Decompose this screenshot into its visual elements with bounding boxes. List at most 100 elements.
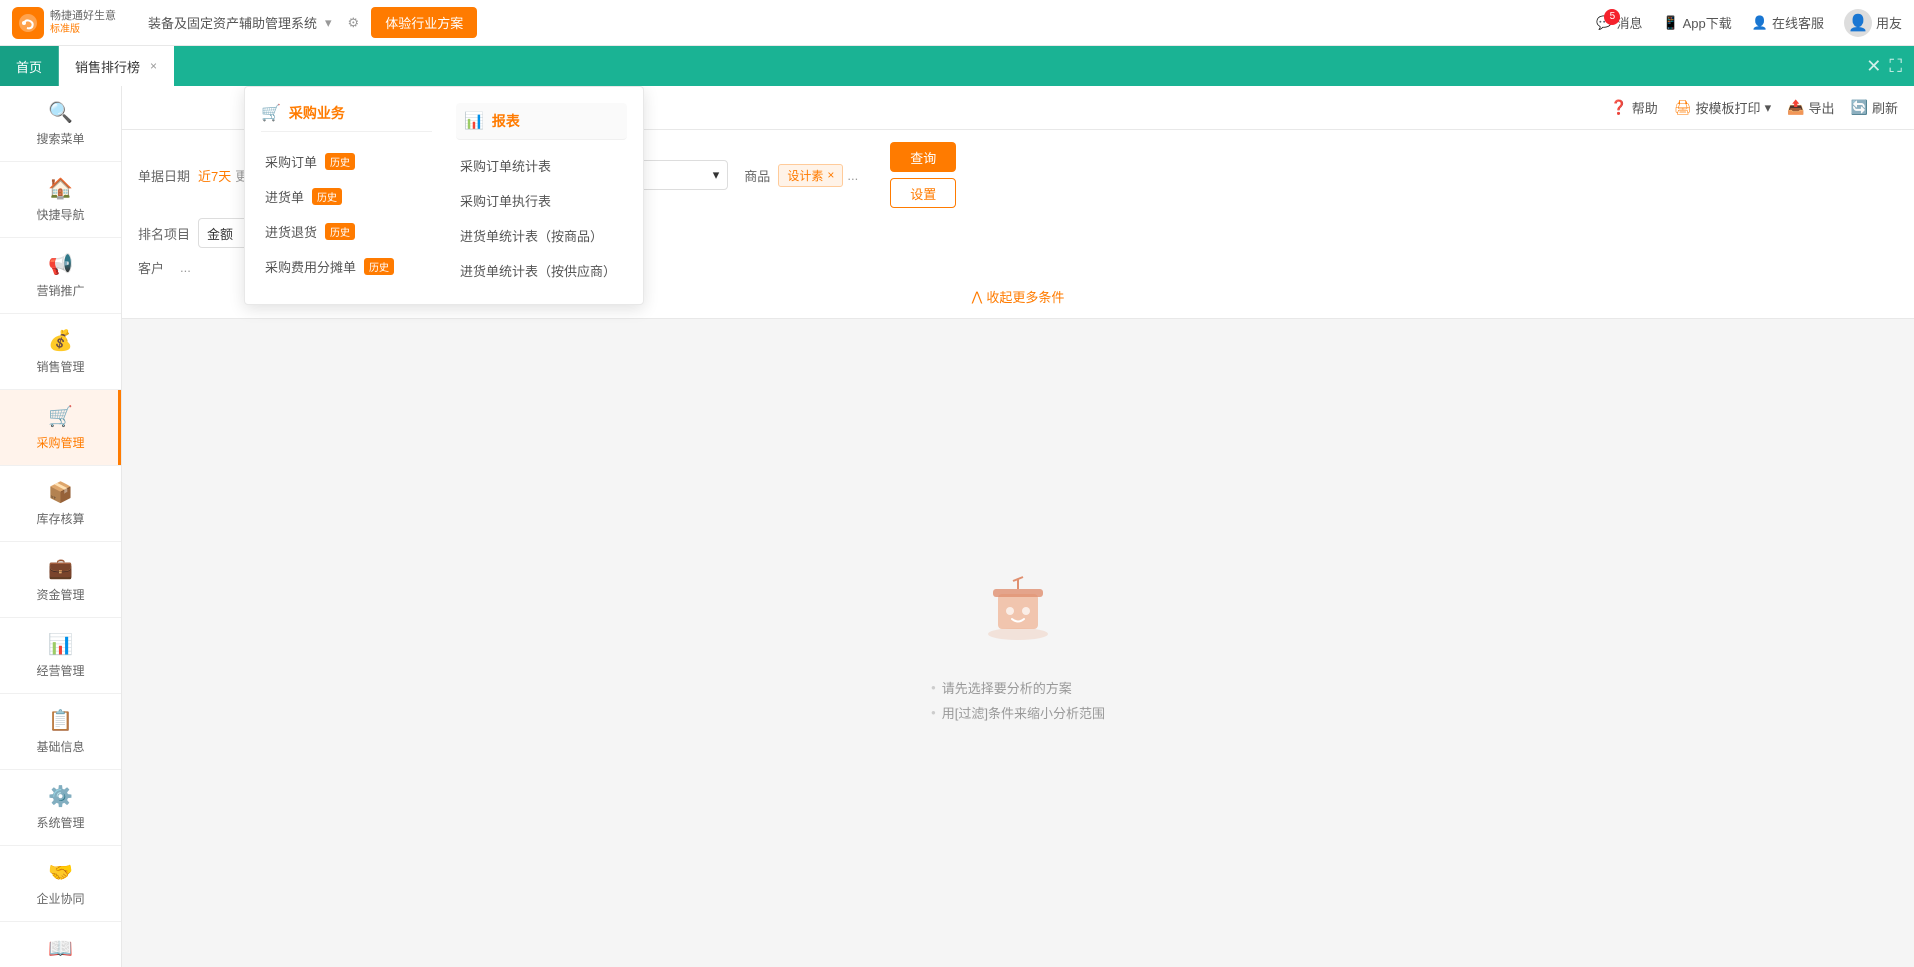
- menu-item-purchase-return[interactable]: 进货退货 历史: [261, 214, 432, 249]
- industry-btn[interactable]: 体验行业方案: [371, 7, 477, 38]
- header-right: 💬 5 消息 📱 App下载 👤 在线客服 👤 用友: [1596, 9, 1902, 37]
- date-quick-7days[interactable]: 近7天: [198, 166, 231, 185]
- sidebar: 🔍 搜索菜单 🏠 快捷导航 📢 营销推广 💰 销售管理 🛒 采购管理 📦 库存核…: [0, 86, 122, 967]
- query-button[interactable]: 查询: [890, 142, 956, 172]
- export-btn[interactable]: 📤 导出: [1787, 98, 1834, 117]
- tab-maximize-btn[interactable]: ⛶: [1889, 56, 1902, 77]
- report-section-title: 📊 报表: [456, 103, 627, 140]
- report-section-icon: 📊: [464, 111, 484, 131]
- sidebar-basic-label: 基础信息: [36, 738, 84, 755]
- purchase-section-icon: 🛒: [261, 103, 281, 123]
- filter-customer: 客户 ...: [138, 258, 191, 277]
- operations-icon: 📊: [48, 632, 73, 657]
- customer-more[interactable]: ...: [180, 260, 191, 275]
- collapse-label: 收起更多条件: [986, 287, 1064, 306]
- app-download-btn[interactable]: 📱 App下载: [1662, 13, 1731, 32]
- tab-sales-rank[interactable]: 销售排行榜 ×: [59, 46, 174, 86]
- system-title-text: 装备及固定资产辅助管理系统: [148, 13, 317, 32]
- system-title-arrow[interactable]: ▾: [325, 15, 332, 31]
- message-label: 消息: [1616, 13, 1642, 32]
- home-tab-label: 首页: [16, 57, 42, 76]
- sidebar-enterprise-label: 企业协同: [36, 890, 84, 907]
- sidebar-item-capital[interactable]: 💼 资金管理: [0, 542, 121, 618]
- sidebar-item-search[interactable]: 🔍 搜索菜单: [0, 86, 121, 162]
- inventory-icon: 📦: [48, 480, 73, 505]
- menu-item-purchase-expense[interactable]: 采购费用分摊单 历史: [261, 249, 432, 284]
- tab-home[interactable]: 首页: [0, 46, 59, 86]
- menu-item-receipt-stats-supplier[interactable]: 进货单统计表（按供应商）: [456, 253, 627, 288]
- sidebar-item-marketing[interactable]: 📢 营销推广: [0, 238, 121, 314]
- receipt-stats-supplier-label: 进货单统计表（按供应商）: [460, 261, 616, 280]
- print-arrow-icon[interactable]: ▾: [1765, 100, 1772, 116]
- user-avatar: 👤: [1844, 9, 1872, 37]
- online-service-btn[interactable]: 👤 在线客服: [1752, 13, 1824, 32]
- print-btn[interactable]: 🖨 按模板打印 ▾: [1674, 98, 1771, 117]
- purchase-expense-badge: 历史: [364, 258, 394, 275]
- sidebar-item-sales[interactable]: 💰 销售管理: [0, 314, 121, 390]
- menu-item-purchase-order-exec[interactable]: 采购订单执行表: [456, 183, 627, 218]
- help-btn[interactable]: ❓ 帮助: [1610, 98, 1657, 117]
- purchase-order-label: 采购订单: [265, 152, 317, 171]
- menu-item-purchase-order-stats[interactable]: 采购订单统计表: [456, 148, 627, 183]
- print-label: 按模板打印: [1696, 98, 1761, 117]
- refresh-btn[interactable]: 🔄 刷新: [1851, 98, 1898, 117]
- logo-area: 畅捷通好生意 标准版: [12, 7, 132, 39]
- top-header: 畅捷通好生意 标准版 装备及固定资产辅助管理系统 ▾ ⚙ 体验行业方案 💬 5 …: [0, 0, 1914, 46]
- rank-label: 排名项目: [138, 224, 190, 243]
- purchase-business-section: 🛒 采购业务 采购订单 历史 进货单 历史 进货退货 历史 采购费用分摊单: [261, 103, 432, 288]
- message-btn[interactable]: 💬 5 消息: [1596, 13, 1642, 32]
- system-settings-icon[interactable]: ⚙: [348, 15, 360, 31]
- empty-state: 请先选择要分析的方案 用[过滤]条件来缩小分析范围: [122, 319, 1914, 967]
- marketing-icon: 📢: [48, 252, 73, 277]
- logo-icon: [12, 7, 44, 39]
- rank-value: 金额: [207, 224, 233, 243]
- refresh-label: 刷新: [1872, 98, 1898, 117]
- settings-button[interactable]: 设置: [890, 178, 956, 208]
- product-more-btn[interactable]: ...: [847, 168, 858, 183]
- sidebar-item-system[interactable]: ⚙️ 系统管理: [0, 770, 121, 846]
- menu-item-receipt-stats-product[interactable]: 进货单统计表（按商品）: [456, 218, 627, 253]
- filter-actions: 查询 设置: [890, 142, 956, 208]
- system-title-area: 装备及固定资产辅助管理系统 ▾ ⚙: [148, 13, 359, 32]
- user-btn[interactable]: 👤 用友: [1844, 9, 1902, 37]
- purchase-expense-label: 采购费用分摊单: [265, 257, 356, 276]
- tab-close-btn[interactable]: ✕: [1866, 56, 1881, 77]
- purchase-order-stats-label: 采购订单统计表: [460, 156, 551, 175]
- sidebar-item-operations[interactable]: 📊 经营管理: [0, 618, 121, 694]
- sidebar-item-purchase[interactable]: 🛒 采购管理: [0, 390, 121, 466]
- purchase-receipt-badge: 历史: [312, 188, 342, 205]
- app-label: App下载: [1683, 13, 1732, 32]
- product-tag-design: 设计素 ×: [778, 164, 843, 187]
- enterprise-icon: 🤝: [48, 860, 73, 885]
- basic-icon: 📋: [48, 708, 73, 733]
- sidebar-purchase-label: 采购管理: [36, 434, 84, 451]
- status-arrow-icon: ▾: [713, 167, 720, 183]
- sidebar-item-enterprise[interactable]: 🤝 企业协同: [0, 846, 121, 922]
- message-icon-wrapper: 💬 5: [1596, 15, 1612, 31]
- sidebar-item-inventory[interactable]: 📦 库存核算: [0, 466, 121, 542]
- sidebar-item-basic[interactable]: 📋 基础信息: [0, 694, 121, 770]
- purchase-order-exec-label: 采购订单执行表: [460, 191, 551, 210]
- sidebar-system-label: 系统管理: [36, 814, 84, 831]
- refresh-icon: 🔄: [1851, 99, 1868, 116]
- purchase-section-title: 🛒 采购业务: [261, 103, 432, 132]
- sidebar-inventory-label: 库存核算: [36, 510, 84, 527]
- sidebar-item-guide[interactable]: 📖 新手引导: [0, 922, 121, 967]
- product-tag-close[interactable]: ×: [827, 168, 834, 182]
- menu-item-purchase-receipt[interactable]: 进货单 历史: [261, 179, 432, 214]
- report-section-label: 报表: [492, 111, 520, 131]
- home-icon: 🏠: [48, 176, 73, 201]
- menu-item-purchase-order[interactable]: 采购订单 历史: [261, 144, 432, 179]
- sidebar-sales-label: 销售管理: [36, 358, 84, 375]
- empty-illustration: [968, 559, 1068, 662]
- main-layout: 🔍 搜索菜单 🏠 快捷导航 📢 营销推广 💰 销售管理 🛒 采购管理 📦 库存核…: [0, 86, 1914, 967]
- empty-tips: 请先选择要分析的方案 用[过滤]条件来缩小分析范围: [931, 678, 1105, 728]
- tab-close-icon[interactable]: ×: [150, 59, 157, 73]
- service-icon: 👤: [1752, 15, 1768, 31]
- sidebar-quick-label: 快捷导航: [36, 206, 84, 223]
- date-label: 单据日期: [138, 166, 190, 185]
- system-icon: ⚙️: [48, 784, 73, 809]
- sidebar-capital-label: 资金管理: [36, 586, 84, 603]
- product-tag-text: 设计素: [787, 167, 823, 184]
- sidebar-item-quick[interactable]: 🏠 快捷导航: [0, 162, 121, 238]
